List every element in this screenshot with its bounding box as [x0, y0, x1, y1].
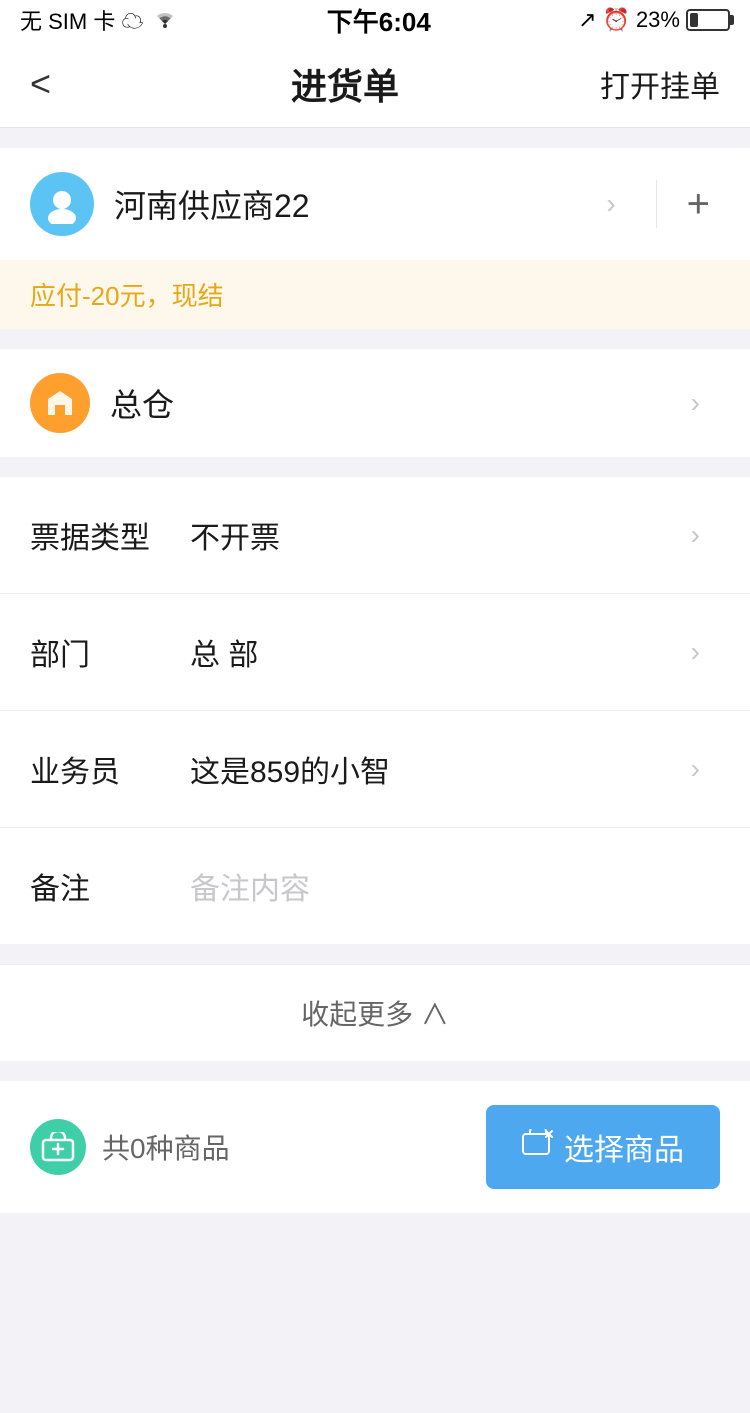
- remark-row[interactable]: 备注 备注内容: [0, 828, 750, 944]
- supplier-notice: 应付-20元，现结: [0, 260, 750, 329]
- bottom-bar: 共0种商品 选择商品: [0, 1081, 750, 1213]
- gray-fill-area: [0, 1213, 750, 1413]
- product-count-wrapper: 共0种商品: [30, 1119, 230, 1175]
- add-supplier-button[interactable]: +: [677, 182, 720, 227]
- warehouse-row[interactable]: 总仓 ›: [0, 349, 750, 457]
- invoice-value: 不开票: [170, 513, 691, 557]
- department-row[interactable]: 部门 总 部 ›: [0, 594, 750, 711]
- supplier-chevron-icon: ›: [606, 188, 615, 220]
- salesperson-value: 这是859的小智: [170, 747, 691, 791]
- warehouse-name: 总仓: [110, 380, 691, 426]
- invoice-row[interactable]: 票据类型 不开票 ›: [0, 477, 750, 594]
- location-icon: ↗: [578, 7, 596, 33]
- department-value: 总 部: [170, 630, 691, 674]
- status-left: 无 SIM 卡 ☁: [20, 4, 179, 36]
- warehouse-chevron-icon: ›: [691, 387, 700, 419]
- supplier-row[interactable]: 河南供应商22 › +: [0, 148, 750, 260]
- nav-bar: < 进货单 打开挂单: [0, 40, 750, 128]
- select-product-label: 选择商品: [564, 1125, 684, 1169]
- collapse-toggle[interactable]: 收起更多 ∧: [0, 964, 750, 1061]
- status-time: 下午6:04: [327, 2, 431, 39]
- supplier-name: 河南供应商22: [114, 181, 606, 227]
- product-count-text: 共0种商品: [102, 1127, 230, 1167]
- supplier-inner[interactable]: 河南供应商22 ›: [30, 172, 636, 236]
- battery-percent: 23%: [636, 7, 680, 33]
- battery-icon: [686, 9, 730, 31]
- collapse-label: 收起更多 ∧: [301, 999, 449, 1030]
- invoice-chevron-icon: ›: [691, 519, 700, 551]
- select-product-icon: [522, 1129, 554, 1165]
- no-sim-label: 无 SIM 卡 ☁: [20, 4, 143, 36]
- product-icon: [30, 1119, 86, 1175]
- remark-label: 备注: [30, 864, 170, 908]
- invoice-label: 票据类型: [30, 513, 170, 557]
- warehouse-icon: [30, 373, 90, 433]
- salesperson-row[interactable]: 业务员 这是859的小智 ›: [0, 711, 750, 828]
- status-right: ↗ ⏰ 23%: [578, 7, 730, 33]
- alarm-icon: ⏰: [603, 7, 630, 33]
- form-section: 票据类型 不开票 › 部门 总 部 › 业务员 这是859的小智 › 备注 备注…: [0, 477, 750, 944]
- back-button[interactable]: <: [30, 63, 90, 105]
- supplier-avatar: [30, 172, 94, 236]
- open-pending-button[interactable]: 打开挂单: [600, 62, 720, 106]
- department-label: 部门: [30, 630, 170, 674]
- salesperson-chevron-icon: ›: [691, 753, 700, 785]
- select-product-button[interactable]: 选择商品: [486, 1105, 720, 1189]
- salesperson-label: 业务员: [30, 747, 170, 791]
- section-gap-1: [0, 128, 750, 148]
- wifi-icon: [151, 6, 179, 34]
- department-chevron-icon: ›: [691, 636, 700, 668]
- vertical-divider: [656, 180, 657, 228]
- remark-input[interactable]: 备注内容: [170, 864, 720, 908]
- status-bar: 无 SIM 卡 ☁ 下午6:04 ↗ ⏰ 23%: [0, 0, 750, 40]
- supplier-section: 河南供应商22 › + 应付-20元，现结: [0, 148, 750, 329]
- page-title: 进货单: [291, 58, 399, 110]
